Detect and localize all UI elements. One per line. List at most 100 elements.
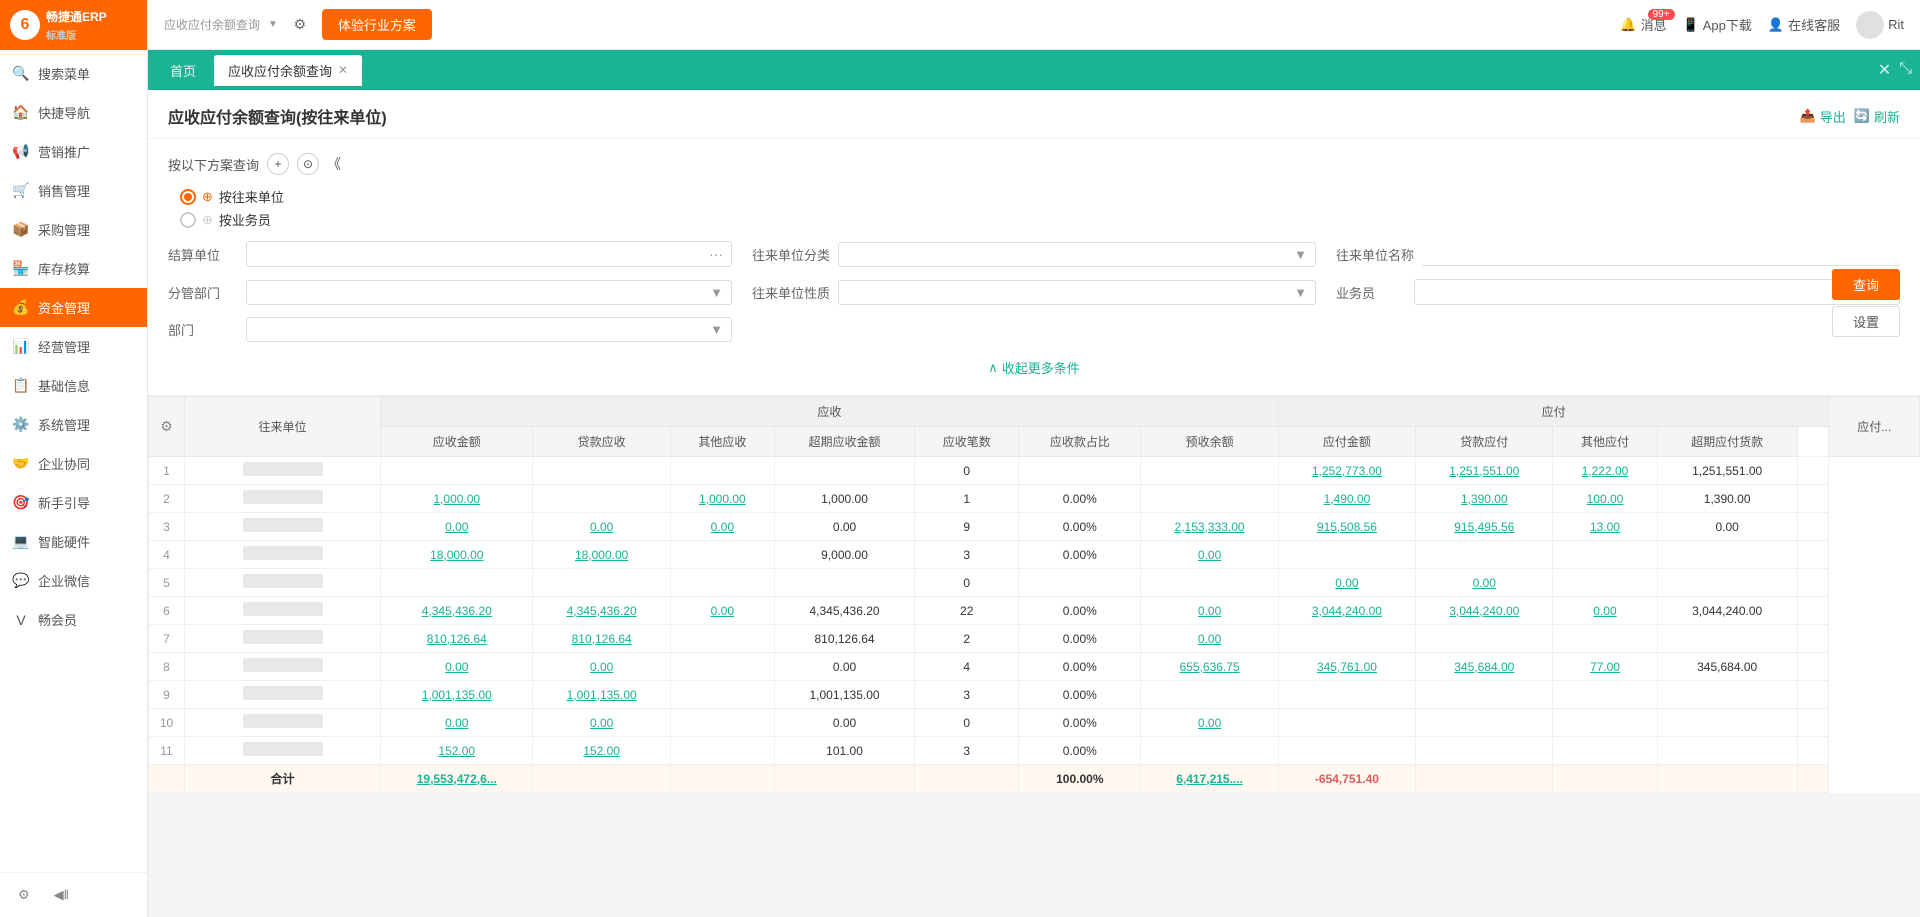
row-ar-other <box>670 625 774 653</box>
row-ar-amount: 152.00 <box>381 737 533 765</box>
app-download-btn[interactable]: 📱 App下载 <box>1683 15 1752 34</box>
dept-label: 部门 <box>168 320 238 339</box>
sidebar-item-search[interactable]: 🔍搜索菜单 <box>0 54 147 93</box>
row-ap-amount: 915,508.56 <box>1278 513 1415 541</box>
row-ap-other: 0.00 <box>1553 597 1657 625</box>
supervise-dept-input[interactable]: ▼ <box>246 280 732 305</box>
row-ar-overdue: 9,000.00 <box>774 541 914 569</box>
sidebar-item-hardware[interactable]: 💻智能硬件 <box>0 522 147 561</box>
sidebar-item-purchase[interactable]: 📦采购管理 <box>0 210 147 249</box>
nav-label-operation: 经营管理 <box>38 337 90 356</box>
row-num: 1 <box>149 457 185 485</box>
table-row: 10 0.00 0.00 0.00 0 0.00% 0.00 <box>149 709 1920 737</box>
tab-close-btn[interactable]: ✕ <box>338 63 348 77</box>
refresh-btn[interactable]: 🔄 刷新 <box>1854 107 1900 126</box>
nav-label-sales: 销售管理 <box>38 181 90 200</box>
promo-button[interactable]: 体验行业方案 <box>322 9 432 40</box>
user-avatar-area[interactable]: Rit <box>1856 11 1904 39</box>
row-ap-amount <box>1278 625 1415 653</box>
row-num: 4 <box>149 541 185 569</box>
header-gear-btn[interactable]: ⚙ <box>286 11 314 39</box>
by-unit-option[interactable]: ⊕ 按往来单位 <box>180 187 1900 206</box>
row-ar-ratio: 0.00% <box>1019 709 1141 737</box>
collapse-more-btn[interactable]: ∧ 收起更多条件 <box>168 354 1900 381</box>
business-staff-input[interactable]: ··· <box>1414 279 1900 305</box>
sidebar-item-marketing[interactable]: 📢营销推广 <box>0 132 147 171</box>
nav-label-search: 搜索菜单 <box>38 64 90 83</box>
col-ar-amount-header: 应收金额 <box>381 427 533 457</box>
footer-ar-prepay[interactable]: 6,417,215.... <box>1141 765 1278 793</box>
footer-ar-overdue <box>774 765 914 793</box>
settlement-unit-dots[interactable]: ··· <box>709 246 723 262</box>
unit-category-field: 往来单位分类 ▼ <box>752 241 1316 267</box>
supervise-dept-label: 分管部门 <box>168 283 238 302</box>
service-icon: 👤 <box>1768 17 1784 33</box>
row-ar-ratio: 0.00% <box>1019 541 1141 569</box>
online-service-btn[interactable]: 👤 在线客服 <box>1768 15 1840 34</box>
col-ap-overdue-header: 超期应付货款 <box>1657 427 1797 457</box>
tab-ar-ap[interactable]: 应收应付余额查询 ✕ <box>214 55 362 86</box>
row-partner <box>185 653 381 681</box>
unit-nature-input[interactable]: ▼ <box>838 280 1316 305</box>
message-badge: 99+ <box>1648 9 1675 20</box>
by-staff-option[interactable]: ⊕ 按业务员 <box>180 210 1900 229</box>
sidebar-item-wechat[interactable]: 💬企业微信 <box>0 561 147 600</box>
row-ar-loan: 0.00 <box>533 653 670 681</box>
add-scheme-btn[interactable]: + <box>267 153 289 175</box>
sidebar-item-vip[interactable]: V畅会员 <box>0 600 147 639</box>
tab-home[interactable]: 首页 <box>156 55 210 86</box>
row-partner <box>185 737 381 765</box>
row-ap-other <box>1553 709 1657 737</box>
row-ap-loan: 915,495.56 <box>1416 513 1553 541</box>
tab-expand-btn[interactable]: ⤡ <box>1899 60 1912 80</box>
row-ar-overdue: 0.00 <box>774 709 914 737</box>
row-ar-amount: 0.00 <box>381 653 533 681</box>
unit-category-input[interactable]: ▼ <box>838 242 1316 267</box>
row-ar-other <box>670 737 774 765</box>
by-unit-radio[interactable] <box>180 189 196 205</box>
nav-label-corp: 企业协同 <box>38 454 90 473</box>
sidebar-nav: 🔍搜索菜单🏠快捷导航📢营销推广🛒销售管理📦采购管理🏪库存核算💰资金管理📊经营管理… <box>0 50 147 872</box>
tab-close-all-btn[interactable]: ✕ <box>1878 60 1891 80</box>
search-fields-grid: 结算单位 ··· 往来单位分类 ▼ <box>168 241 1900 342</box>
export-btn[interactable]: 📤 导出 <box>1800 107 1846 126</box>
row-ar-amount <box>381 569 533 597</box>
sidebar-item-newbie[interactable]: 🎯新手引导 <box>0 483 147 522</box>
footer-ar-amount[interactable]: 19,553,472,6... <box>381 765 533 793</box>
sidebar: 6 畅捷通ERP 标准版 🔍搜索菜单🏠快捷导航📢营销推广🛒销售管理📦采购管理🏪库… <box>0 0 148 917</box>
by-staff-radio[interactable] <box>180 212 196 228</box>
sidebar-collapse-btn[interactable]: ◀‖ <box>46 883 77 907</box>
nav-label-basic: 基础信息 <box>38 376 90 395</box>
row-ar-ratio: 0.00% <box>1019 513 1141 541</box>
table-settings-icon[interactable]: ⚙ <box>160 418 173 434</box>
settlement-unit-field: 结算单位 ··· <box>168 241 732 267</box>
row-ap-loan: 345,684.00 <box>1416 653 1553 681</box>
sidebar-item-operation[interactable]: 📊经营管理 <box>0 327 147 366</box>
row-ap-other <box>1553 625 1657 653</box>
footer-ap-loan <box>1416 765 1553 793</box>
sidebar-item-quick[interactable]: 🏠快捷导航 <box>0 93 147 132</box>
sidebar-settings-btn[interactable]: ⚙ <box>10 883 38 907</box>
query-btn[interactable]: 查询 <box>1832 269 1900 300</box>
collapse-nav-btn[interactable]: 《 <box>327 154 341 174</box>
row-ar-ratio: 0.00% <box>1019 737 1141 765</box>
breadcrumb-dropdown[interactable]: ▼ <box>268 19 278 30</box>
sidebar-item-corp[interactable]: 🤝企业协同 <box>0 444 147 483</box>
sidebar-item-sales[interactable]: 🛒销售管理 <box>0 171 147 210</box>
row-ar-count: 0 <box>915 457 1019 485</box>
row-ap-other <box>1553 737 1657 765</box>
sidebar-item-finance[interactable]: 💰资金管理 <box>0 288 147 327</box>
row-num: 2 <box>149 485 185 513</box>
messages-btn[interactable]: 🔔 消息 99+ <box>1620 15 1666 34</box>
unit-name-input[interactable] <box>1422 242 1900 266</box>
scheme-settings-btn[interactable]: ⊙ <box>297 153 319 175</box>
row-ap-other: 100.00 <box>1553 485 1657 513</box>
settings-btn[interactable]: 设置 <box>1832 306 1900 337</box>
sidebar-item-system[interactable]: ⚙️系统管理 <box>0 405 147 444</box>
sidebar-item-inventory[interactable]: 🏪库存核算 <box>0 249 147 288</box>
settlement-unit-input[interactable]: ··· <box>246 241 732 267</box>
sidebar-item-basic[interactable]: 📋基础信息 <box>0 366 147 405</box>
page-actions: 📤 导出 🔄 刷新 <box>1800 107 1900 126</box>
row-ap-col <box>1797 485 1829 513</box>
dept-input[interactable]: ▼ <box>246 317 732 342</box>
